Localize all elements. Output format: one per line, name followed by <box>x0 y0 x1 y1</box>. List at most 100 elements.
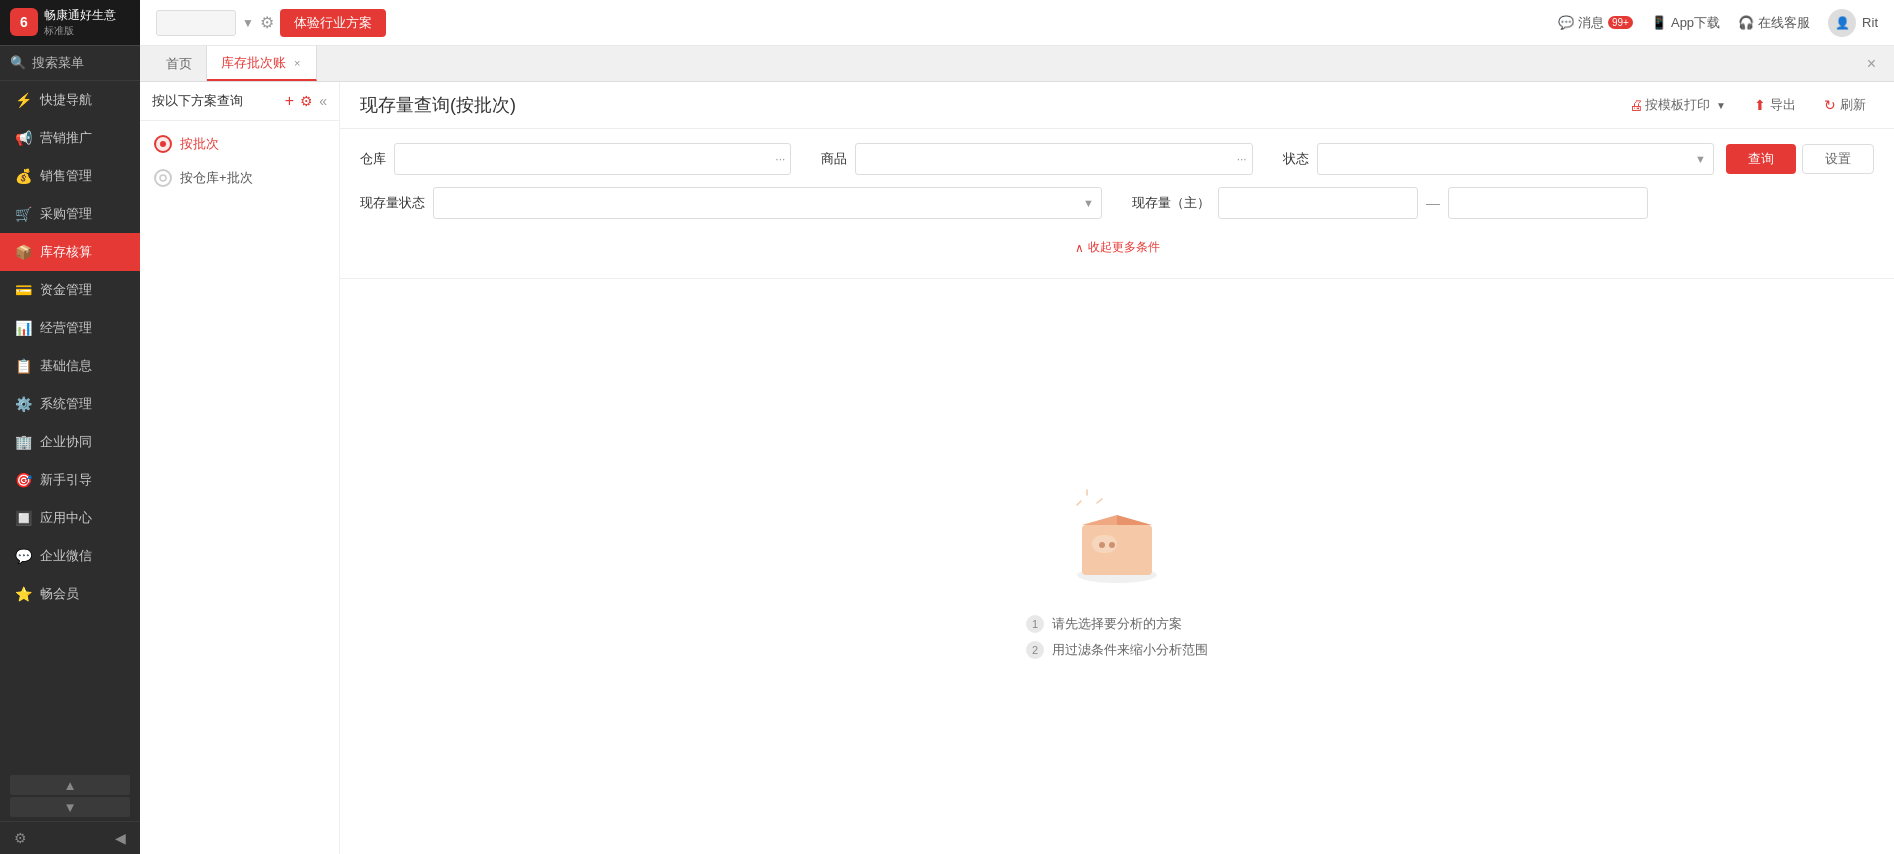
svg-rect-3 <box>1082 525 1152 575</box>
export-button[interactable]: ⬆ 导出 <box>1746 92 1804 118</box>
filter-row-1: 仓库 ··· 商品 ··· <box>360 143 1874 175</box>
status-select[interactable] <box>1317 143 1714 175</box>
sidebar-item-marketing[interactable]: 📢 营销推广 <box>0 119 140 157</box>
trial-button[interactable]: 体验行业方案 <box>280 9 386 37</box>
svg-marker-5 <box>1117 515 1152 525</box>
scheme-item-by-batch[interactable]: 按批次 <box>140 127 339 161</box>
product-label: 商品 <box>821 150 847 168</box>
sidebar-scroll-controls: ▲ ▼ <box>0 771 140 821</box>
print-template-button[interactable]: 🖨 按模板打印 ▼ <box>1621 92 1734 118</box>
sidebar-item-sales[interactable]: 💰 销售管理 <box>0 157 140 195</box>
user-avatar: 👤 <box>1828 9 1856 37</box>
system-icon: ⚙️ <box>14 395 32 413</box>
user-display[interactable]: 👤 Rit <box>1828 9 1878 37</box>
scroll-up-button[interactable]: ▲ <box>10 775 130 795</box>
add-scheme-icon[interactable]: + <box>285 92 294 110</box>
left-panel-title: 按以下方案查询 <box>152 92 243 110</box>
collapse-panel-icon[interactable]: « <box>319 93 327 109</box>
sidebar-item-system[interactable]: ⚙️ 系统管理 <box>0 385 140 423</box>
search-icon: 🔍 <box>10 55 26 70</box>
empty-tip-1: 1 请先选择要分析的方案 <box>1026 615 1208 633</box>
filter-status: 状态 ▼ <box>1283 143 1714 175</box>
scheme-item-by-warehouse-batch[interactable]: 按仓库+批次 <box>140 161 339 195</box>
topbar-left: ▼ ⚙ 体验行业方案 <box>156 9 1550 37</box>
topbar: ▼ ⚙ 体验行业方案 💬 消息 99+ 📱 App下载 🎧 在线客服 👤 <box>140 0 1894 46</box>
svg-point-0 <box>160 141 166 147</box>
left-panel-header: 按以下方案查询 + ⚙ « <box>140 82 339 121</box>
sidebar-item-operations[interactable]: 📊 经营管理 <box>0 309 140 347</box>
marketing-icon: 📢 <box>14 129 32 147</box>
member-icon: ⭐ <box>14 585 32 603</box>
sales-icon: 💰 <box>14 167 32 185</box>
product-more-icon[interactable]: ··· <box>1237 152 1247 166</box>
breadcrumb-input[interactable] <box>156 10 236 36</box>
sidebar-item-member[interactable]: ⭐ 畅会员 <box>0 575 140 613</box>
sidebar-item-basic[interactable]: 📋 基础信息 <box>0 347 140 385</box>
product-input-wrapper: ··· <box>855 143 1252 175</box>
topbar-gear-icon[interactable]: ⚙ <box>260 13 274 32</box>
message-badge: 99+ <box>1608 16 1633 29</box>
sidebar-header: 6 畅康通好生意 标准版 <box>0 0 140 46</box>
tab-close-icon[interactable]: × <box>292 56 302 70</box>
refresh-button[interactable]: ↻ 刷新 <box>1816 92 1874 118</box>
stock-status-select[interactable] <box>433 187 1102 219</box>
enterprise-icon: 🏢 <box>14 433 32 451</box>
page-header: 现存量查询(按批次) 🖨 按模板打印 ▼ ⬆ 导出 ↻ 刷新 <box>340 82 1894 129</box>
print-dropdown-icon: ▼ <box>1716 100 1726 111</box>
warehouse-input-wrapper: ··· <box>394 143 791 175</box>
stock-status-select-wrapper: ▼ <box>433 187 1102 219</box>
app-download-button[interactable]: 📱 App下载 <box>1651 14 1720 32</box>
sidebar-item-weixin[interactable]: 💬 企业微信 <box>0 537 140 575</box>
stock-quantity-start-input[interactable] <box>1218 187 1418 219</box>
query-button[interactable]: 查询 <box>1726 144 1796 174</box>
sidebar-item-newguide[interactable]: 🎯 新手引导 <box>0 461 140 499</box>
settings-button[interactable]: 设置 <box>1802 144 1874 174</box>
right-panel: 现存量查询(按批次) 🖨 按模板打印 ▼ ⬆ 导出 ↻ 刷新 <box>340 82 1894 854</box>
content-area: 按以下方案查询 + ⚙ « 按批次 按仓库 <box>140 82 1894 854</box>
tab-extra-close-icon[interactable]: × <box>1861 53 1882 75</box>
tab-home[interactable]: 首页 <box>152 46 207 81</box>
search-menu[interactable]: 🔍 搜索菜单 <box>0 46 140 81</box>
tip-num-2: 2 <box>1026 641 1044 659</box>
inventory-icon: 📦 <box>14 243 32 261</box>
sidebar-item-enterprise[interactable]: 🏢 企业协同 <box>0 423 140 461</box>
apps-icon: 🔲 <box>14 509 32 527</box>
scheme-by-batch-icon <box>154 135 172 153</box>
stock-status-label: 现存量状态 <box>360 194 425 212</box>
sidebar-item-purchase[interactable]: 🛒 采购管理 <box>0 195 140 233</box>
app-download-icon: 📱 <box>1651 15 1667 30</box>
empty-state: 1 请先选择要分析的方案 2 用过滤条件来缩小分析范围 <box>340 279 1894 854</box>
operations-icon: 📊 <box>14 319 32 337</box>
svg-line-11 <box>1097 499 1102 503</box>
weixin-icon: 💬 <box>14 547 32 565</box>
warehouse-input[interactable] <box>394 143 791 175</box>
main-area: ▼ ⚙ 体验行业方案 💬 消息 99+ 📱 App下载 🎧 在线客服 👤 <box>140 0 1894 854</box>
breadcrumb-chevron-icon: ▼ <box>242 16 254 30</box>
shortcuts-icon: ⚡ <box>14 91 32 109</box>
scheme-by-warehouse-icon <box>154 169 172 187</box>
scroll-down-button[interactable]: ▼ <box>10 797 130 817</box>
tip-text-2: 用过滤条件来缩小分析范围 <box>1052 641 1208 659</box>
settings-icon[interactable]: ⚙ <box>14 830 27 846</box>
sidebar-item-apps[interactable]: 🔲 应用中心 <box>0 499 140 537</box>
collapse-sidebar-icon[interactable]: ◀ <box>115 830 126 846</box>
left-panel: 按以下方案查询 + ⚙ « 按批次 按仓库 <box>140 82 340 854</box>
product-input[interactable] <box>855 143 1252 175</box>
basic-icon: 📋 <box>14 357 32 375</box>
online-service-button[interactable]: 🎧 在线客服 <box>1738 14 1810 32</box>
topbar-right: 💬 消息 99+ 📱 App下载 🎧 在线客服 👤 Rit <box>1558 9 1878 37</box>
message-button[interactable]: 💬 消息 99+ <box>1558 14 1633 32</box>
warehouse-more-icon[interactable]: ··· <box>775 152 785 166</box>
sidebar-item-finance[interactable]: 💳 资金管理 <box>0 271 140 309</box>
collapse-filters-button[interactable]: ∧ 收起更多条件 <box>360 231 1874 264</box>
collapse-icon: ∧ <box>1075 241 1084 255</box>
sidebar-item-shortcuts[interactable]: ⚡ 快捷导航 <box>0 81 140 119</box>
empty-tips: 1 请先选择要分析的方案 2 用过滤条件来缩小分析范围 <box>1026 615 1208 659</box>
tab-inventory-batch[interactable]: 库存批次账 × <box>207 46 317 81</box>
scheme-settings-icon[interactable]: ⚙ <box>300 93 313 109</box>
sidebar-item-inventory[interactable]: 📦 库存核算 <box>0 233 140 271</box>
filter-warehouse: 仓库 ··· <box>360 143 791 175</box>
left-panel-actions: + ⚙ « <box>285 92 327 110</box>
stock-quantity-end-input[interactable] <box>1448 187 1648 219</box>
tab-bar: 首页 库存批次账 × × <box>140 46 1894 82</box>
